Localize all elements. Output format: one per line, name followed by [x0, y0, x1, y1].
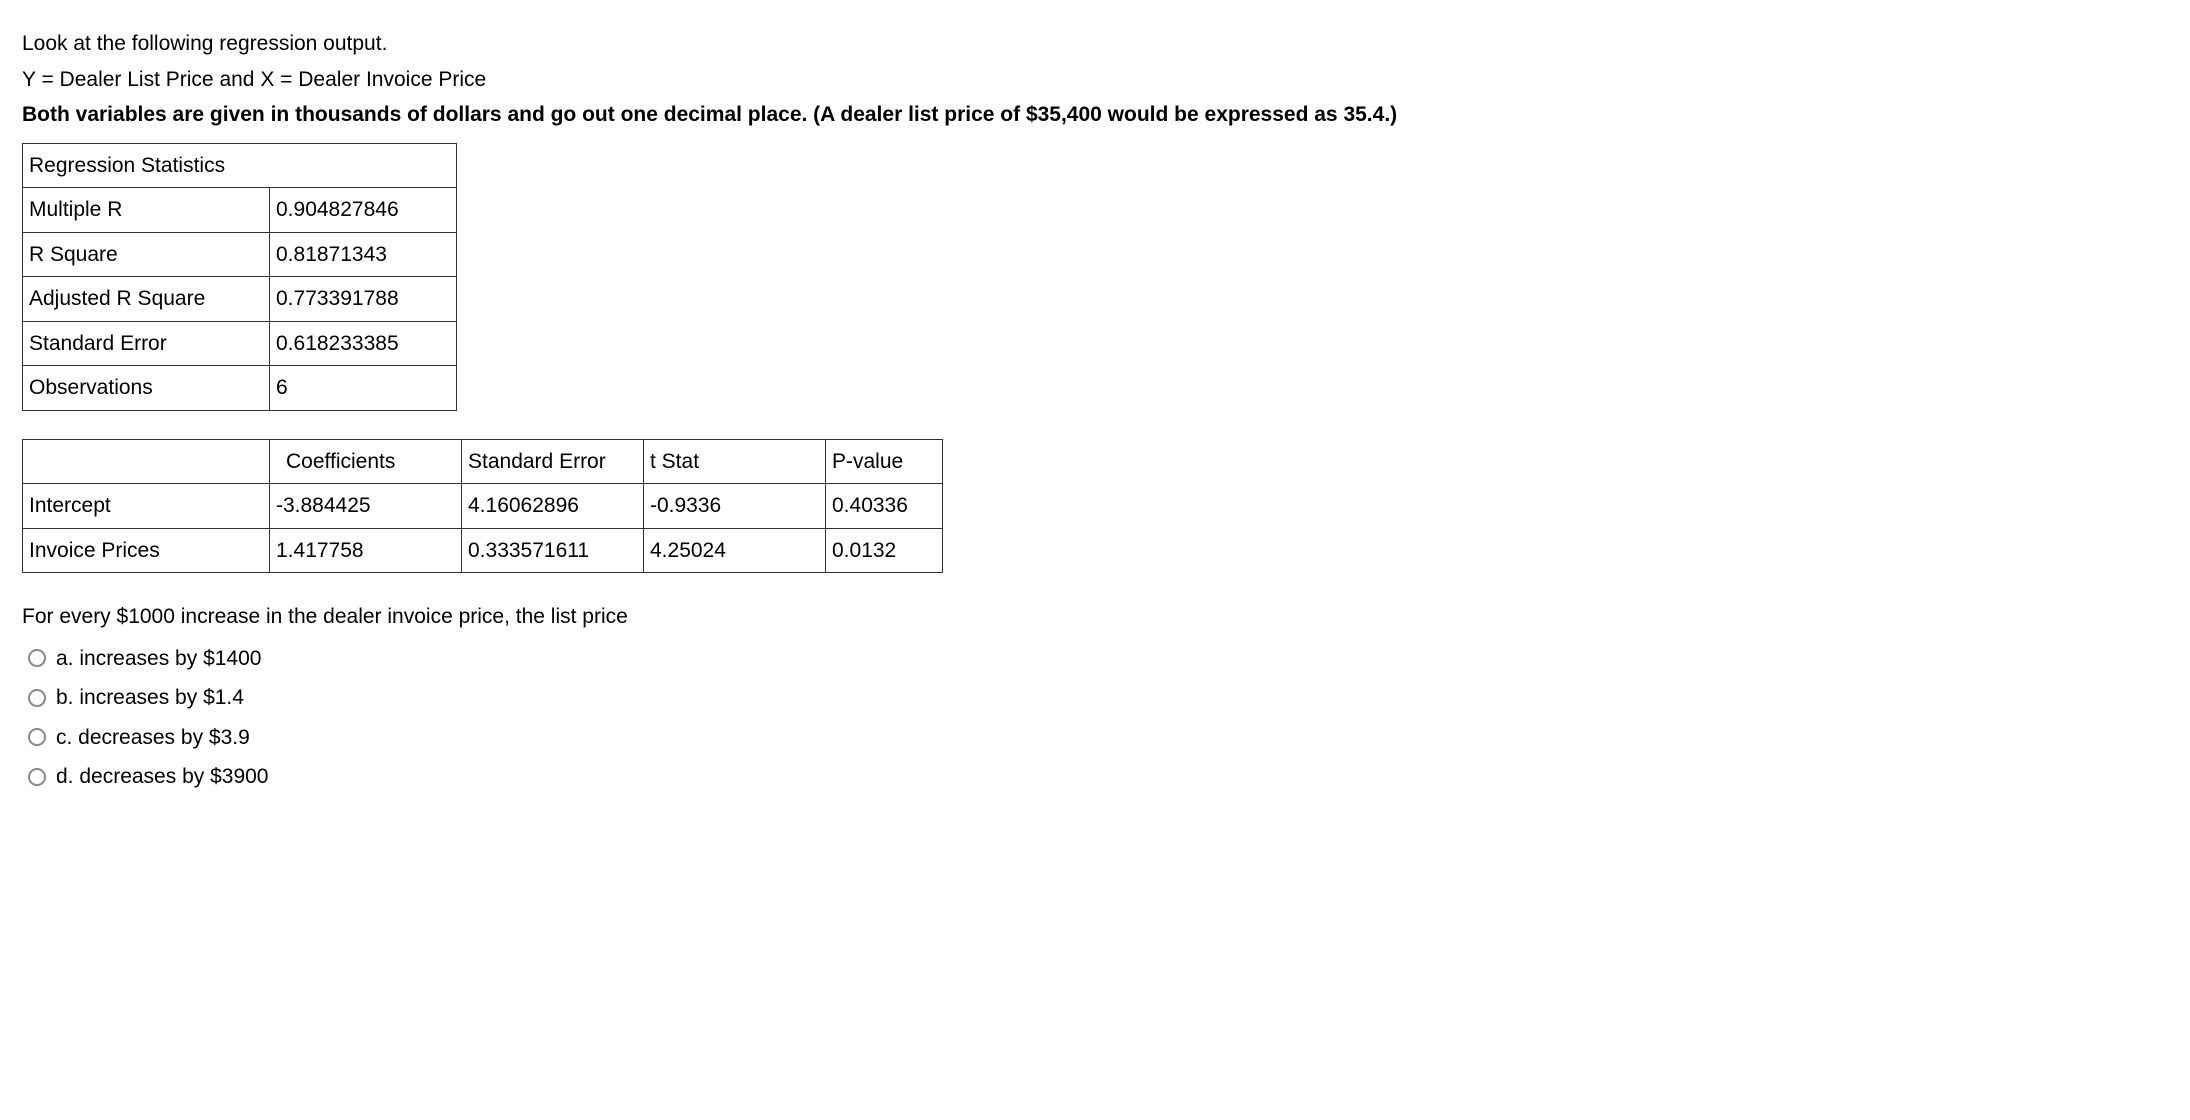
se-value: 4.16062896: [462, 484, 644, 529]
question-intro: Look at the following regression output.…: [22, 28, 2168, 131]
pvalue: 0.0132: [826, 528, 943, 573]
table-row: Adjusted R Square 0.773391788: [23, 277, 457, 322]
coef-row-name: Invoice Prices: [23, 528, 270, 573]
stat-label: Standard Error: [23, 321, 270, 366]
table-header-row: Coefficients Standard Error t Stat P-val…: [23, 439, 943, 484]
coefficients-table: Coefficients Standard Error t Stat P-val…: [22, 439, 943, 574]
stat-value: 0.773391788: [270, 277, 457, 322]
col-header: P-value: [826, 439, 943, 484]
option-d[interactable]: d. decreases by $3900: [28, 761, 2168, 793]
option-label: a. increases by $1400: [56, 643, 261, 675]
answer-options: a. increases by $1400 b. increases by $1…: [22, 643, 2168, 793]
col-header: t Stat: [644, 439, 826, 484]
stat-label: Adjusted R Square: [23, 277, 270, 322]
col-header: [23, 439, 270, 484]
option-label: d. decreases by $3900: [56, 761, 268, 793]
intro-line-3: Both variables are given in thousands of…: [22, 99, 2168, 131]
coef-value: 1.417758: [270, 528, 462, 573]
table-row: Invoice Prices 1.417758 0.333571611 4.25…: [23, 528, 943, 573]
intro-line-1: Look at the following regression output.: [22, 28, 2168, 60]
coef-value: -3.884425: [270, 484, 462, 529]
stat-value: 6: [270, 366, 457, 411]
tstat-value: -0.9336: [644, 484, 826, 529]
pvalue: 0.40336: [826, 484, 943, 529]
table-row: Standard Error 0.618233385: [23, 321, 457, 366]
se-value: 0.333571611: [462, 528, 644, 573]
radio-icon: [28, 689, 46, 707]
intro-line-2: Y = Dealer List Price and X = Dealer Inv…: [22, 64, 2168, 96]
option-label: c. decreases by $3.9: [56, 722, 250, 754]
radio-icon: [28, 768, 46, 786]
stats-header: Regression Statistics: [23, 143, 457, 188]
question-text: For every $1000 increase in the dealer i…: [22, 601, 2168, 633]
stat-value: 0.904827846: [270, 188, 457, 233]
stat-label: Observations: [23, 366, 270, 411]
option-a[interactable]: a. increases by $1400: [28, 643, 2168, 675]
stat-value: 0.618233385: [270, 321, 457, 366]
option-b[interactable]: b. increases by $1.4: [28, 682, 2168, 714]
radio-icon: [28, 728, 46, 746]
stat-label: R Square: [23, 232, 270, 277]
table-row: Observations 6: [23, 366, 457, 411]
col-header: Coefficients: [270, 439, 462, 484]
table-row: Multiple R 0.904827846: [23, 188, 457, 233]
stat-value: 0.81871343: [270, 232, 457, 277]
col-header: Standard Error: [462, 439, 644, 484]
tstat-value: 4.25024: [644, 528, 826, 573]
option-label: b. increases by $1.4: [56, 682, 244, 714]
stat-label: Multiple R: [23, 188, 270, 233]
radio-icon: [28, 649, 46, 667]
table-row: R Square 0.81871343: [23, 232, 457, 277]
table-header-row: Regression Statistics: [23, 143, 457, 188]
option-c[interactable]: c. decreases by $3.9: [28, 722, 2168, 754]
regression-statistics-table: Regression Statistics Multiple R 0.90482…: [22, 143, 457, 411]
coef-row-name: Intercept: [23, 484, 270, 529]
table-row: Intercept -3.884425 4.16062896 -0.9336 0…: [23, 484, 943, 529]
